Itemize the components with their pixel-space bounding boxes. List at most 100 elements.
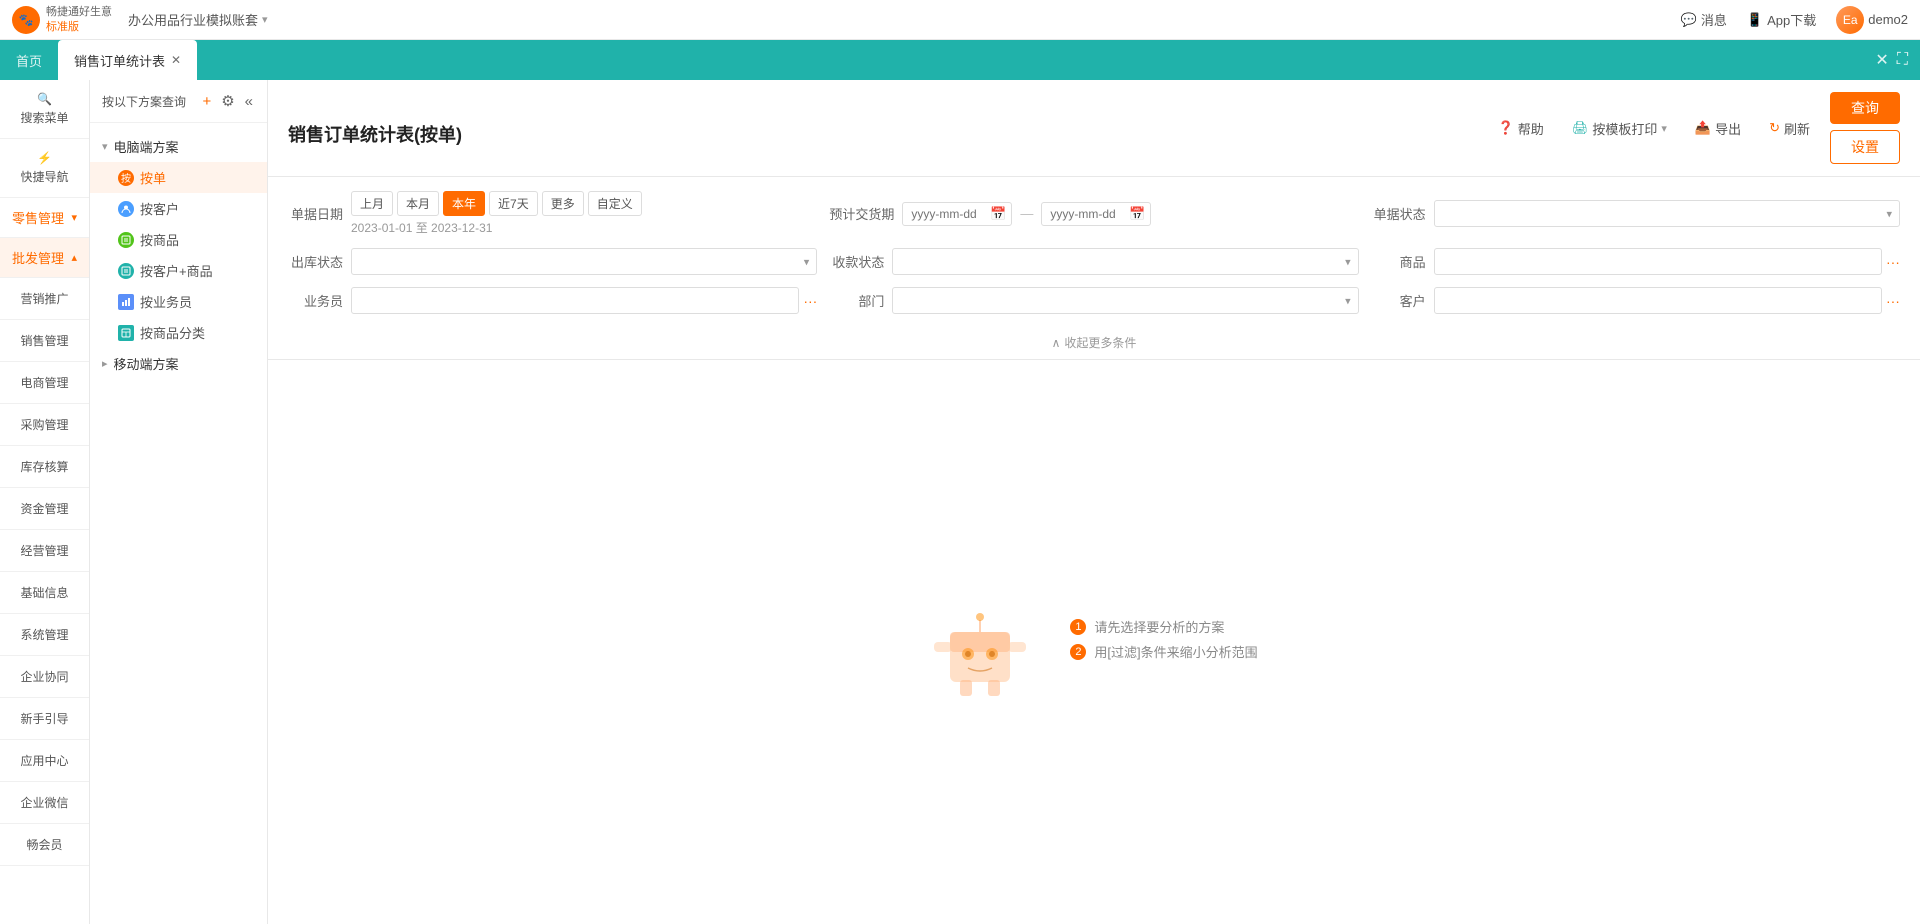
date-btn-more[interactable]: 更多: [542, 191, 584, 216]
date-sep: —: [1020, 206, 1033, 221]
payment-label: 收款状态: [829, 252, 884, 271]
salesperson-more-btn[interactable]: ···: [803, 293, 817, 309]
scheme-panel-header: 按以下方案查询 + ⚙ «: [90, 80, 267, 123]
scheme-add-btn[interactable]: +: [200, 91, 213, 112]
setting-button[interactable]: 设置: [1830, 130, 1900, 164]
logo-area: 🐾 畅捷通好生意 标准版: [12, 5, 112, 34]
customer-label: 客户: [1371, 291, 1426, 310]
status-select[interactable]: [1434, 200, 1900, 227]
sidebar-item-sales[interactable]: 销售管理: [0, 320, 89, 362]
user-menu[interactable]: Ea demo2: [1836, 6, 1908, 34]
empty-illustration: [930, 592, 1030, 702]
filter-cell-status: 单据状态: [1371, 200, 1900, 227]
date-btn-this-year[interactable]: 本年: [443, 191, 485, 216]
app-download-btn[interactable]: 📱 App下载: [1747, 10, 1816, 29]
collapse-icon: ∧: [1052, 336, 1061, 350]
app-title[interactable]: 办公用品行业模拟账套 ▾: [128, 10, 1681, 29]
page-title: 销售订单统计表(按单): [288, 121, 462, 147]
sidebar-item-operation[interactable]: 经营管理: [0, 530, 89, 572]
scheme-child-by-category[interactable]: 按商品分类: [90, 317, 267, 348]
scheme-collapse-btn[interactable]: «: [243, 91, 255, 112]
department-select-wrap: [892, 287, 1358, 314]
date-label: 单据日期: [288, 204, 343, 223]
message-btn[interactable]: 💬 消息: [1681, 10, 1727, 29]
tab-close-btn[interactable]: ✕: [171, 53, 181, 67]
scheme-group-desktop[interactable]: ▾ 电脑端方案: [90, 131, 267, 162]
sidebar-item-retail[interactable]: 零售管理 ▾: [0, 198, 89, 238]
sidebar-item-inventory[interactable]: 库存核算: [0, 446, 89, 488]
date-btn-7days[interactable]: 近7天: [489, 191, 538, 216]
delivery-select[interactable]: [351, 248, 817, 275]
status-label: 单据状态: [1371, 204, 1426, 223]
department-label: 部门: [829, 291, 884, 310]
scheme-icon-goods: [118, 232, 134, 248]
collapse-bar[interactable]: ∧ 收起更多条件: [268, 326, 1920, 360]
scheme-child-by-customer[interactable]: 按客户: [90, 193, 267, 224]
sidebar-item-purchase[interactable]: 采购管理: [0, 404, 89, 446]
scheme-group-mobile[interactable]: ▸ 移动端方案: [90, 348, 267, 379]
sidebar-search[interactable]: 🔍 搜索菜单: [0, 80, 89, 139]
sidebar-item-ecommerce[interactable]: 电商管理: [0, 362, 89, 404]
sidebar-item-apps[interactable]: 应用中心: [0, 740, 89, 782]
empty-step-2: 2 用[过滤]条件来缩小分析范围: [1070, 642, 1257, 661]
tab-expand-btn[interactable]: ⛶: [1897, 51, 1908, 69]
goods-more-btn[interactable]: ···: [1886, 254, 1900, 270]
scheme-child-by-goods[interactable]: 按商品: [90, 224, 267, 255]
refresh-btn[interactable]: ↻ 刷新: [1761, 115, 1818, 142]
department-select[interactable]: [892, 287, 1358, 314]
date-btn-custom[interactable]: 自定义: [588, 191, 642, 216]
scheme-group-arrow: ▾: [102, 140, 108, 153]
step-2-num: 2: [1070, 644, 1086, 660]
scheme-icon-customer: [118, 201, 134, 217]
tab-home[interactable]: 首页: [0, 40, 58, 80]
print-btn[interactable]: 🖨 按模板打印 ▾: [1564, 115, 1675, 142]
date-btn-this-month[interactable]: 本月: [397, 191, 439, 216]
logo-text: 畅捷通好生意 标准版: [46, 5, 112, 34]
help-btn[interactable]: ❓ 帮助: [1490, 115, 1552, 142]
scheme-child-by-order[interactable]: 按 按单: [90, 162, 267, 193]
scheme-icon-order: 按: [118, 170, 134, 186]
export-btn[interactable]: 📤 导出: [1687, 115, 1749, 142]
payment-select[interactable]: [892, 248, 1358, 275]
customer-input[interactable]: [1434, 287, 1882, 314]
sidebar-item-system[interactable]: 系统管理: [0, 614, 89, 656]
sidebar-item-tutorial[interactable]: 新手引导: [0, 698, 89, 740]
sidebar-quick-nav[interactable]: ⚡ 快捷导航: [0, 139, 89, 198]
scheme-settings-btn[interactable]: ⚙: [219, 90, 236, 112]
expected-date-label: 预计交货期: [829, 204, 894, 223]
empty-icon: [930, 592, 1030, 692]
sidebar-item-basic-info[interactable]: 基础信息: [0, 572, 89, 614]
customer-more-btn[interactable]: ···: [1886, 293, 1900, 309]
main-content: 销售订单统计表(按单) ❓ 帮助 🖨 按模板打印 ▾ 📤 导出: [268, 80, 1920, 924]
scheme-child-by-customer-goods[interactable]: 按客户+商品: [90, 255, 267, 286]
filter-cell-department: 部门: [829, 287, 1358, 314]
query-button[interactable]: 查询: [1830, 92, 1900, 124]
logo-icon: 🐾: [12, 6, 40, 34]
date-btn-last-month[interactable]: 上月: [351, 191, 393, 216]
empty-step-1: 1 请先选择要分析的方案: [1070, 617, 1257, 636]
expected-date-end-input[interactable]: [1041, 202, 1151, 226]
goods-label: 商品: [1371, 252, 1426, 271]
goods-input[interactable]: [1434, 248, 1882, 275]
scheme-panel: 按以下方案查询 + ⚙ « ▾ 电脑端方案 按 按单: [90, 80, 268, 924]
sidebar-item-marketing[interactable]: 营销推广: [0, 278, 89, 320]
date-controls: 上月 本月 本年 近7天 更多 自定义 2023-01-01 至 2023-12…: [351, 191, 817, 236]
sidebar-item-collab[interactable]: 企业协同: [0, 656, 89, 698]
filter-cell-payment: 收款状态: [829, 248, 1358, 275]
date-btn-row: 上月 本月 本年 近7天 更多 自定义: [351, 191, 817, 216]
search-icon: 🔍: [37, 92, 52, 106]
salesperson-input[interactable]: [351, 287, 799, 314]
scheme-group-mobile-arrow: ▸: [102, 357, 108, 370]
tab-sales-stats[interactable]: 销售订单统计表 ✕: [58, 40, 197, 80]
top-bar: 🐾 畅捷通好生意 标准版 办公用品行业模拟账套 ▾ 💬 消息 📱 App下载 E…: [0, 0, 1920, 40]
message-icon: 💬: [1681, 12, 1697, 28]
empty-state: 1 请先选择要分析的方案 2 用[过滤]条件来缩小分析范围: [268, 360, 1920, 924]
sidebar-item-wechat[interactable]: 企业微信: [0, 782, 89, 824]
tab-close-window-btn[interactable]: ✕: [1875, 50, 1888, 70]
sidebar-item-member[interactable]: 畅会员: [0, 824, 89, 866]
scheme-icon-customer-goods: [118, 263, 134, 279]
sidebar-item-finance[interactable]: 资金管理: [0, 488, 89, 530]
expected-date-start-input[interactable]: [902, 202, 1012, 226]
sidebar-item-wholesale[interactable]: 批发管理 ▴: [0, 238, 89, 278]
scheme-child-by-salesperson[interactable]: 按业务员: [90, 286, 267, 317]
